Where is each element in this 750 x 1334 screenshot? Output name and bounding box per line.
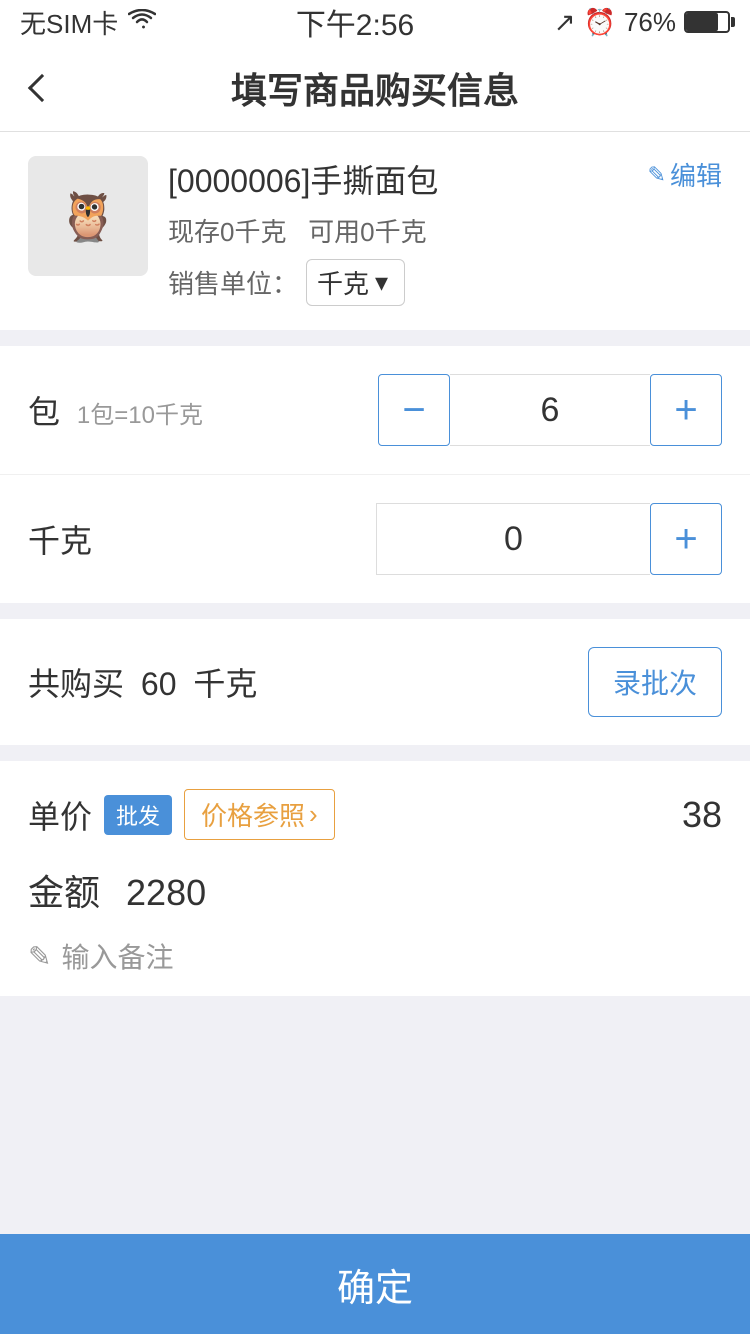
bao-label: 包 1包=10千克 — [28, 387, 378, 433]
input-section: 包 1包=10千克 − + 千克 + — [0, 346, 750, 603]
edit-button[interactable]: ✎ 编辑 — [648, 156, 722, 193]
stock-current: 现存0千克 — [168, 217, 286, 247]
amount-label: 金额 — [28, 872, 100, 913]
product-name-text: 手撕面包 — [310, 163, 438, 199]
wifi-icon — [128, 7, 156, 38]
bottom-spacer — [0, 996, 750, 1116]
product-unit-row: 销售单位： 千克 ▾ — [168, 259, 722, 306]
dropdown-icon: ▾ — [375, 267, 388, 298]
bao-plus-button[interactable]: + — [650, 374, 722, 446]
unit-select[interactable]: 千克 ▾ — [306, 259, 405, 306]
product-card: 🦉 ✎ 编辑 [0000006]手撕面包 现存0千克 可用0千克 销售单位： 千… — [0, 132, 750, 330]
confirm-button[interactable]: 确定 — [0, 1234, 750, 1334]
batch-button[interactable]: 录批次 — [588, 647, 722, 717]
note-row[interactable]: ✎ 输入备注 — [28, 936, 722, 976]
price-ref-text: 价格参照 — [201, 796, 305, 833]
location-icon: ↗ — [554, 7, 576, 38]
unit-label: 销售单位： — [168, 264, 298, 301]
note-label: 输入备注 — [61, 936, 173, 976]
product-image: 🦉 — [28, 156, 148, 276]
kg-plus-button[interactable]: + — [650, 503, 722, 575]
bao-minus-button[interactable]: − — [378, 374, 450, 446]
note-icon: ✎ — [28, 940, 51, 973]
product-name: [0000006]手撕面包 — [168, 156, 722, 202]
kg-label: 千克 — [28, 516, 376, 562]
page-content: 🦉 ✎ 编辑 [0000006]手撕面包 现存0千克 可用0千克 销售单位： 千… — [0, 132, 750, 1116]
back-arrow-icon — [28, 73, 56, 101]
total-amount: 60 — [141, 666, 177, 702]
product-logo: 🦉 — [58, 188, 118, 245]
total-unit: 千克 — [193, 666, 257, 702]
unit-value: 千克 — [317, 264, 369, 301]
product-info: ✎ 编辑 [0000006]手撕面包 现存0千克 可用0千克 销售单位： 千克 … — [168, 156, 722, 306]
kg-input-row: 千克 + — [0, 475, 750, 603]
battery-percent: 76% — [624, 7, 676, 38]
bao-sub-text: 1包=10千克 — [77, 402, 203, 429]
edit-icon: ✎ — [648, 162, 666, 188]
battery-icon — [684, 11, 730, 33]
carrier-label: 无SIM卡 — [20, 4, 118, 41]
total-text: 共购买 60 千克 — [28, 659, 257, 705]
amount-value: 2280 — [126, 872, 206, 913]
price-ref-button[interactable]: 价格参照 › — [184, 789, 335, 840]
price-tag: 批发 — [104, 795, 172, 835]
total-row: 共购买 60 千克 录批次 — [0, 619, 750, 745]
back-button[interactable] — [20, 66, 64, 110]
kg-input-controls: + — [376, 503, 722, 575]
product-code: [0000006] — [168, 163, 310, 199]
price-label: 单价 批发 价格参照 › — [28, 789, 335, 840]
bao-input[interactable] — [450, 374, 650, 446]
status-left: 无SIM卡 — [20, 4, 156, 41]
alarm-icon: ⏰ — [584, 7, 616, 38]
bao-input-controls: − + — [378, 374, 722, 446]
stock-available: 可用0千克 — [308, 217, 426, 247]
status-bar: 无SIM卡 下午2:56 ↗ ⏰ 76% — [0, 0, 750, 44]
status-right: ↗ ⏰ 76% — [554, 7, 730, 38]
price-value[interactable]: 38 — [682, 794, 722, 836]
page-header: 填写商品购买信息 — [0, 44, 750, 132]
status-time: 下午2:56 — [296, 0, 414, 44]
bao-label-text: 包 — [28, 394, 60, 430]
product-stock: 现存0千克 可用0千克 — [168, 212, 722, 249]
total-label: 共购买 — [28, 666, 124, 702]
price-label-text: 单价 — [28, 792, 92, 838]
amount-row: 金额 2280 — [28, 864, 722, 916]
price-ref-arrow: › — [309, 799, 318, 830]
kg-input[interactable] — [376, 503, 650, 575]
bao-input-row: 包 1包=10千克 − + — [0, 346, 750, 475]
price-section: 单价 批发 价格参照 › 38 金额 2280 ✎ 输入备注 — [0, 761, 750, 996]
price-row: 单价 批发 价格参照 › 38 — [28, 789, 722, 840]
edit-label: 编辑 — [670, 156, 722, 193]
kg-label-text: 千克 — [28, 523, 92, 559]
page-title: 填写商品购买信息 — [231, 62, 519, 114]
